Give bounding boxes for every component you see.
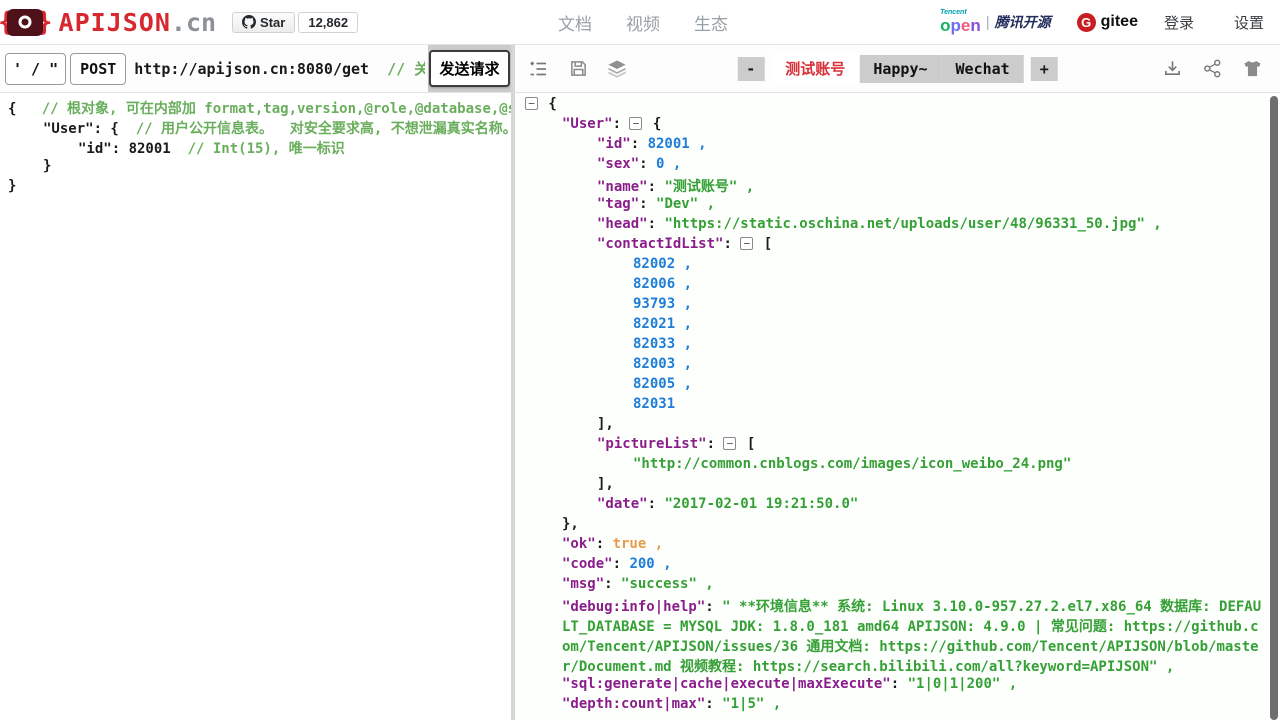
code-line: "sql:generate|cache|execute|maxExecute":…: [562, 676, 1018, 692]
main-area: { // 根对象, 可在内部加 format,tag,version,@role…: [0, 45, 1280, 720]
tab-wechat[interactable]: Wechat: [941, 54, 1024, 83]
remove-tab-button[interactable]: -: [737, 56, 765, 81]
code-line: "tag": "Dev" ,: [597, 196, 716, 212]
tab-test-account[interactable]: 测试账号: [771, 53, 860, 84]
nav-docs[interactable]: 文档: [558, 10, 592, 35]
logo-camera-icon: [7, 8, 44, 36]
download-icon[interactable]: [1162, 59, 1182, 79]
code-line: "id": 82001 ,: [597, 136, 707, 152]
tencent-open-logo: Tencent open: [940, 8, 981, 35]
add-tab-button[interactable]: +: [1030, 56, 1058, 81]
url-comment: // 关联查询 (: [387, 60, 425, 78]
code-line[interactable]: "id": 82001 // Int(15), 唯一标识: [0, 138, 511, 158]
github-icon: [242, 15, 257, 29]
apijson-logo[interactable]: { } APIJSON .cn: [0, 7, 217, 37]
code-line: "debug:info|help": " **环境信息** 系统: Linux …: [562, 599, 1262, 675]
code-line: 82002 ,: [633, 256, 693, 272]
send-request-button[interactable]: 发送请求: [429, 50, 510, 87]
account-tabs: - 测试账号 Happy~ Wechat +: [737, 53, 1058, 84]
code-line: "depth:count|max": "1|5" ,: [562, 696, 782, 712]
github-star-button[interactable]: Star: [232, 11, 296, 33]
theme-shirt-icon[interactable]: [1242, 59, 1262, 79]
code-line: "msg": "success" ,: [562, 576, 714, 592]
url-value: http://apijson.cn:8080/get: [134, 60, 370, 78]
save-icon[interactable]: [568, 59, 588, 79]
code-line: 82033 ,: [633, 336, 693, 352]
response-toolbar-right-icons: [1162, 59, 1262, 79]
collapse-icon[interactable]: −: [740, 237, 754, 250]
collapse-icon[interactable]: −: [525, 97, 538, 110]
code-line: "User": − {: [562, 116, 662, 132]
code-line: "head": "https://static.oschina.net/uplo…: [597, 216, 1162, 232]
code-line: ],: [597, 416, 614, 432]
request-toolbar: ' / " POST http://apijson.cn:8080/get //…: [0, 45, 511, 92]
code-line: "sex": 0 ,: [597, 156, 682, 172]
send-button-area: 发送请求: [428, 45, 511, 92]
code-line: "contactIdList": − [: [597, 236, 773, 252]
code-line[interactable]: { // 根对象, 可在内部加 format,tag,version,@role…: [0, 98, 511, 118]
method-button[interactable]: POST: [70, 52, 127, 85]
response-json: − {"User": − { "id": 82001 , "sex": 0 , "na…: [515, 96, 1264, 716]
code-line: 82021 ,: [633, 316, 693, 332]
tencent-opensource-link[interactable]: Tencent open | 腾讯开源: [940, 9, 1051, 36]
panel-divider[interactable]: [511, 45, 515, 720]
response-json-viewer: − {"User": − { "id": 82001 , "sex": 0 , "na…: [515, 93, 1280, 720]
header-nav: 文档 视频 生态: [558, 10, 728, 35]
star-count[interactable]: 12,862: [298, 11, 359, 33]
code-line: },: [562, 516, 579, 532]
nav-ecosystem[interactable]: 生态: [694, 10, 728, 35]
response-toolbar: - 测试账号 Happy~ Wechat +: [515, 45, 1280, 92]
url-input[interactable]: http://apijson.cn:8080/get // 关联查询 (: [134, 58, 425, 79]
code-line: 82006 ,: [633, 276, 693, 292]
code-line: "ok": true ,: [562, 536, 664, 552]
code-line[interactable]: "User": { // 用户公开信息表。 对安全要求高, 不想泄漏真实名称。: [0, 118, 511, 138]
code-line: 93793 ,: [633, 296, 693, 312]
brand-suffix: .cn: [170, 7, 217, 37]
toolbar-row: ' / " POST http://apijson.cn:8080/get //…: [0, 45, 1280, 93]
top-header: { } APIJSON .cn Star 12,862 文档 视频 生态 Ten…: [0, 0, 1280, 45]
code-line: "name": "测试账号" ,: [597, 179, 755, 195]
code-line: "code": 200 ,: [562, 556, 672, 572]
code-line[interactable]: }: [0, 158, 511, 178]
layers-icon[interactable]: [607, 59, 627, 79]
github-star-widget: Star 12,862: [232, 11, 359, 33]
code-line: 82003 ,: [633, 356, 693, 372]
code-line: "date": "2017-02-01 19:21:50.0": [597, 496, 859, 512]
code-line: 82031: [633, 396, 676, 412]
collapse-icon[interactable]: −: [629, 117, 643, 130]
code-line: − {: [515, 96, 1264, 116]
settings-link[interactable]: 设置: [1234, 12, 1264, 33]
star-label: Star: [260, 14, 286, 30]
nav-video[interactable]: 视频: [626, 10, 660, 35]
share-icon[interactable]: [1202, 59, 1222, 79]
brand-title: APIJSON: [58, 7, 171, 37]
collapse-icon[interactable]: −: [723, 437, 737, 450]
code-line: ],: [597, 476, 614, 492]
line-numbers-icon[interactable]: [529, 59, 549, 79]
response-scrollbar-thumb[interactable]: [1270, 96, 1278, 720]
code-line: "http://common.cnblogs.com/images/icon_w…: [633, 456, 1072, 472]
gitee-link[interactable]: G gitee: [1076, 12, 1138, 32]
tab-happy[interactable]: Happy~: [859, 54, 942, 83]
quote-toggle-button[interactable]: ' / ": [5, 52, 67, 85]
code-line[interactable]: }: [0, 178, 511, 198]
header-right: Tencent open | 腾讯开源 G gitee 登录 设置: [940, 9, 1280, 36]
code-line: "pictureList": − [: [597, 436, 756, 452]
request-code-editor[interactable]: { // 根对象, 可在内部加 format,tag,version,@role…: [0, 93, 511, 720]
code-line: 82005 ,: [633, 376, 693, 392]
response-toolbar-left-icons: [529, 59, 627, 79]
gitee-icon: G: [1076, 12, 1096, 32]
login-link[interactable]: 登录: [1164, 12, 1194, 33]
